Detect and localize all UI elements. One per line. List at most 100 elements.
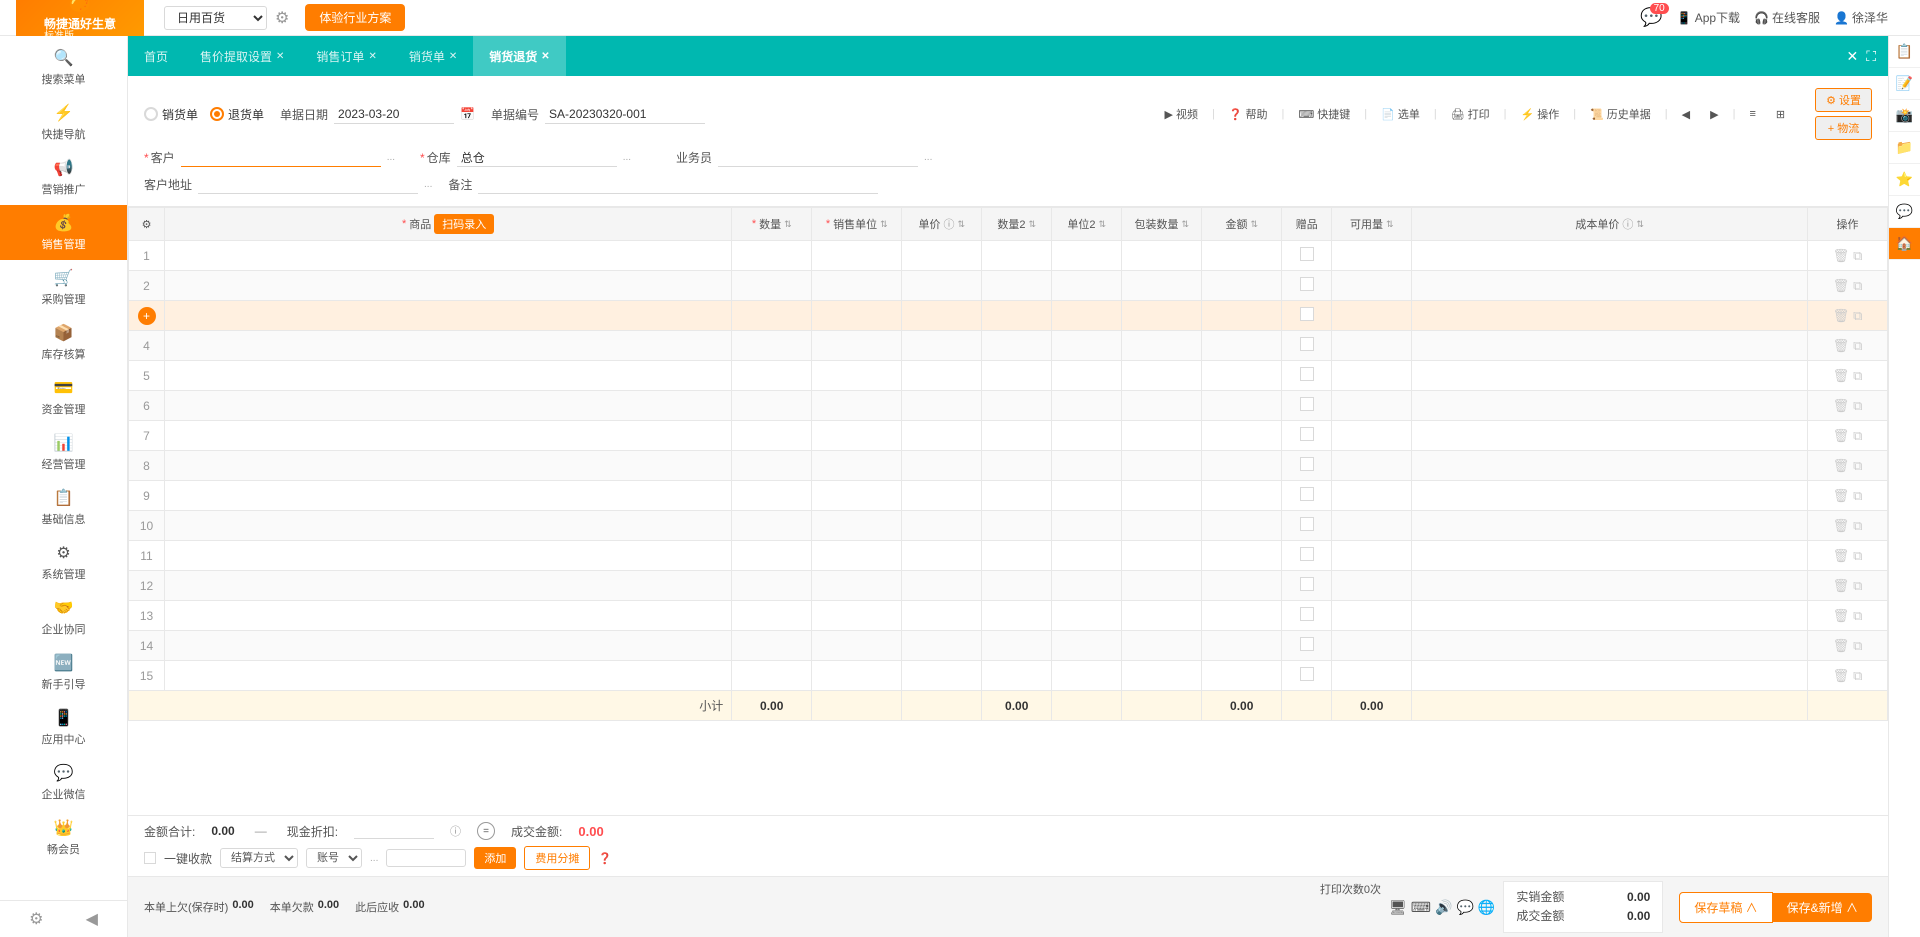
amount-cell-2[interactable] [1202,271,1282,301]
user-profile-btn[interactable]: 👤 徐泽华 [1834,9,1888,26]
sidebar-settings-icon[interactable]: ⚙ [29,909,43,929]
copy-row-5[interactable]: ⧉ [1853,368,1862,384]
exp-button[interactable]: 体验行业方案 [305,4,405,31]
avail-cell-1[interactable] [1332,241,1412,271]
sidebar-item-enterprise[interactable]: 🤝 企业协同 [0,590,127,645]
copy-row-11[interactable]: ⧉ [1853,548,1862,564]
customer-input[interactable] [181,148,381,167]
right-btn-folder[interactable]: 📁 [1889,132,1920,164]
customer-dots[interactable]: ... [387,152,395,163]
sidebar-item-wechat[interactable]: 💬 企业微信 [0,755,127,810]
pkgqty-cell-2[interactable] [1122,271,1202,301]
delete-row-13[interactable]: 🗑 [1833,608,1850,624]
sidebar-item-marketing[interactable]: 📢 营销推广 [0,150,127,205]
tab-price-extract[interactable]: 售价提取设置 ✕ [184,36,300,76]
scan-btn[interactable]: 扫码录入 [434,214,494,234]
salesperson-input[interactable] [718,148,918,167]
address-input[interactable] [198,175,418,194]
delete-row-15[interactable]: 🗑 [1833,668,1850,684]
copy-row-13[interactable]: ⧉ [1853,608,1862,624]
delete-row-1[interactable]: 🗑 [1833,248,1850,264]
unit-cell-2[interactable] [812,271,902,301]
settings-button[interactable]: ⚙ 设置 [1815,88,1872,112]
unit2-sort-icon[interactable]: ⇅ [1099,219,1107,230]
tab-sales-delivery-close[interactable]: ✕ [449,51,457,62]
close-all-tabs-icon[interactable]: ✕ [1846,48,1858,65]
sidebar-item-search[interactable]: 🔍 搜索菜单 [0,40,127,95]
sidebar-item-inventory[interactable]: 📦 库存核算 [0,315,127,370]
payment-amount-input[interactable] [386,849,466,867]
calendar-icon[interactable]: 📅 [460,107,475,121]
delete-row-10[interactable]: 🗑 [1833,518,1850,534]
calc-method-select[interactable]: 结算方式 [220,848,298,868]
delete-row-11[interactable]: 🗑 [1833,548,1850,564]
qty-sort-icon[interactable]: ⇅ [784,219,792,230]
date-input[interactable] [334,105,454,124]
settings-gear-icon[interactable]: ⚙ [275,8,289,28]
amount-sort-icon[interactable]: ⇅ [1250,219,1258,230]
cost-sort-icon[interactable]: ⇅ [1636,219,1644,230]
delete-row-12[interactable]: 🗑 [1833,578,1850,594]
unit-cell-1[interactable] [812,241,902,271]
sidebar-item-member[interactable]: 👑 畅会员 [0,810,127,865]
amount-cell-3[interactable] [1202,301,1282,331]
taskbar-icon-3[interactable]: 🔊 [1435,899,1452,916]
salesperson-dots[interactable]: ... [924,152,932,163]
account-select[interactable]: 账号 [306,848,362,868]
pkgqty-sort-icon[interactable]: ⇅ [1181,219,1189,230]
taskbar-icon-4[interactable]: 💬 [1456,899,1473,916]
gift-cell-2[interactable] [1282,271,1332,301]
pkgqty-cell-3[interactable] [1122,301,1202,331]
history-btn[interactable]: 📜 历史单据 [1584,104,1657,124]
col-gear[interactable]: ⚙ [129,208,165,241]
cost-cell-1[interactable] [1412,241,1808,271]
copy-row-10[interactable]: ⧉ [1853,518,1862,534]
copy-row-2[interactable]: ⧉ [1853,278,1862,294]
tab-price-extract-close[interactable]: ✕ [276,51,284,62]
price-cell-3[interactable] [902,301,982,331]
operation-btn[interactable]: ⚡ 操作 [1515,104,1566,124]
address-dots[interactable]: ... [424,179,432,190]
gift-cell-1[interactable] [1282,241,1332,271]
gift-cell-3[interactable] [1282,301,1332,331]
sidebar-item-sales[interactable]: 💰 销售管理 [0,205,127,260]
avail-cell-3[interactable] [1332,301,1412,331]
add-payment-btn[interactable]: 添加 [474,847,516,869]
right-btn-star[interactable]: ⭐ [1889,164,1920,196]
tab-sales-return[interactable]: 销货退货 ✕ [473,36,565,76]
unit2-cell-2[interactable] [1052,271,1122,301]
account-dots[interactable]: ... [370,853,378,864]
avail-sort-icon[interactable]: ⇅ [1386,219,1394,230]
table-gear-icon[interactable]: ⚙ [142,219,152,231]
price-info-icon[interactable]: ⓘ [943,216,954,232]
cost-cell-3[interactable] [1412,301,1808,331]
avail-cell-2[interactable] [1332,271,1412,301]
app-download-btn[interactable]: 📱 App下载 [1677,9,1740,26]
nav-next-btn[interactable]: ▶ [1704,106,1724,123]
product-cell-1[interactable] [165,241,732,271]
docno-input[interactable] [545,105,705,124]
sidebar-collapse-icon[interactable]: ◀ [86,909,98,929]
expand-icon[interactable]: ⛶ [1866,48,1876,65]
video-btn[interactable]: ▶ 视频 [1158,104,1203,124]
qty2-cell-1[interactable] [982,241,1052,271]
taskbar-icon-5[interactable]: 🌐 [1478,899,1495,916]
right-btn-photo[interactable]: 📸 [1889,100,1920,132]
shortcut-btn[interactable]: ⌨ 快捷键 [1292,104,1356,124]
view-list-btn[interactable]: ≡ [1743,106,1761,122]
product-cell-2[interactable] [165,271,732,301]
sidebar-item-shortcut[interactable]: ⚡ 快捷导航 [0,95,127,150]
discount-info-icon[interactable]: ⓘ [450,823,461,839]
sidebar-item-finance[interactable]: 💳 资金管理 [0,370,127,425]
tab-home[interactable]: 首页 [128,36,184,76]
copy-row-4[interactable]: ⧉ [1853,338,1862,354]
delete-row-4[interactable]: 🗑 [1833,338,1850,354]
save-new-button[interactable]: 保存&新增 ∧ [1773,893,1872,922]
one-click-payment-checkbox[interactable] [144,852,156,864]
sidebar-item-system[interactable]: ⚙ 系统管理 [0,535,127,590]
tab-sales-return-close[interactable]: ✕ [541,51,549,62]
right-btn-note[interactable]: 📝 [1889,68,1920,100]
sidebar-item-purchase[interactable]: 🛒 采购管理 [0,260,127,315]
remark-input[interactable] [478,175,878,194]
industry-dropdown[interactable]: 日用百货 [164,6,267,30]
